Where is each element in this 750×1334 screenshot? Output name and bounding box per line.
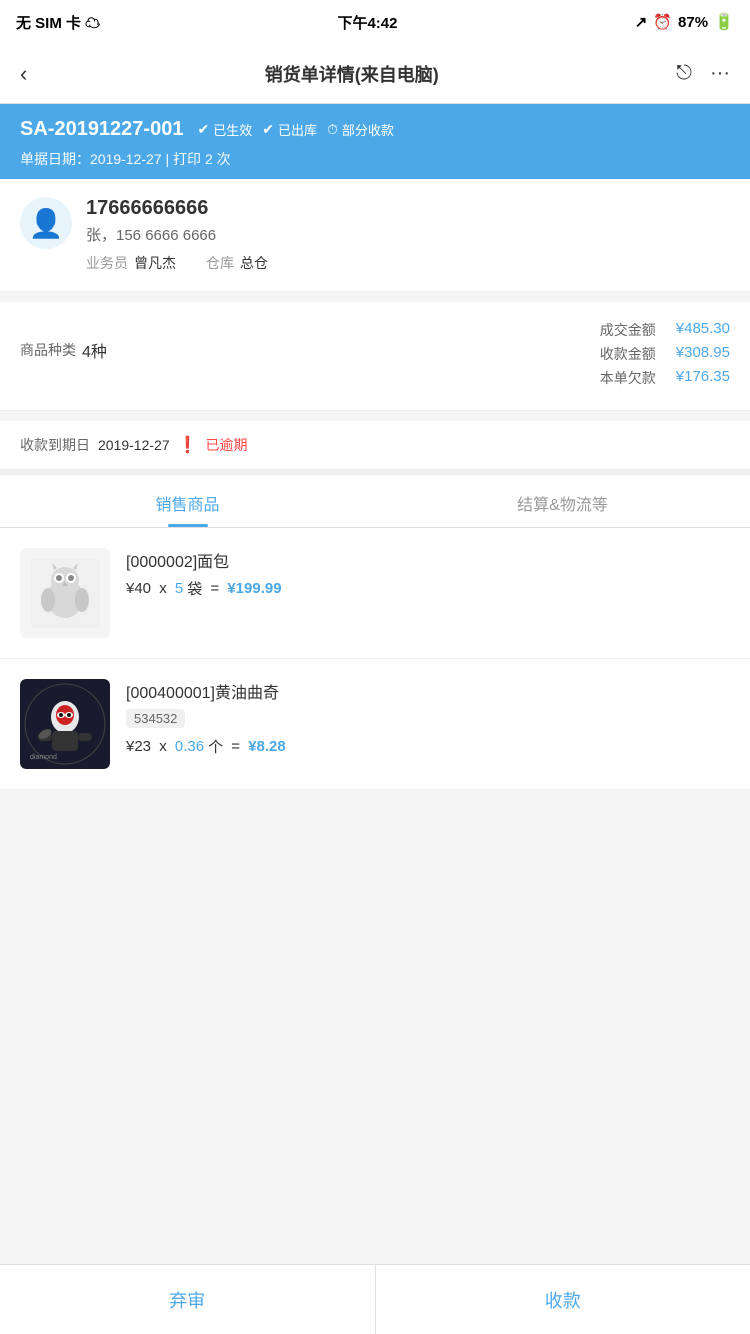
overdue-icon: ❗	[178, 435, 198, 455]
check-icon-1: ✔	[197, 121, 209, 138]
more-icon[interactable]: ···	[710, 62, 730, 85]
customer-phone: 张，156 6666 6666	[86, 224, 730, 245]
due-date: 2019-12-27	[98, 437, 170, 453]
warehouse-item: 仓库 总仓	[206, 253, 268, 273]
customer-section: 👤 17666666666 张，156 6666 6666 业务员 曾凡杰 仓库…	[0, 179, 750, 292]
received-amount-value: ¥308.95	[676, 344, 730, 364]
due-section: 收款到期日 2019-12-27 ❗ 已逾期	[0, 421, 750, 475]
tab-sales-products[interactable]: 销售商品	[0, 475, 375, 527]
customer-name: 17666666666	[86, 197, 730, 220]
person-icon: 👤	[29, 207, 64, 240]
product-item: [0000002]面包 ¥40 x 5 袋 = ¥199.99	[0, 528, 750, 659]
overdue-text: 已逾期	[206, 435, 248, 455]
svg-text:diamond: diamond	[30, 754, 57, 761]
product-total-1: ¥199.99	[227, 580, 281, 597]
kind-label: 商品种类	[20, 340, 76, 360]
badge-effective: ✔ 已生效	[197, 120, 252, 139]
stats-section: 商品种类 4种 成交金额 ¥485.30 收款金额 ¥308.95 本单欠款 ¥…	[0, 302, 750, 411]
salesperson-label: 业务员	[86, 253, 128, 273]
deal-amount-row: 成交金额 ¥485.30	[600, 320, 730, 340]
stats-right: 成交金额 ¥485.30 收款金额 ¥308.95 本单欠款 ¥176.35	[600, 320, 730, 392]
banner-date: 单据日期：2019-12-27 | 打印 2 次	[20, 149, 730, 169]
product-image-1	[20, 548, 110, 638]
sim-status: 无 SIM 卡 ☁	[16, 12, 100, 33]
status-left: 无 SIM 卡 ☁	[16, 12, 100, 33]
salesperson-item: 业务员 曾凡杰	[86, 253, 176, 273]
kind-value: 4种	[82, 338, 107, 362]
stats-left: 商品种类 4种	[20, 320, 107, 362]
product-details-2: [000400001]黄油曲奇 534532 ¥23 x 0.36 个 = ¥8…	[126, 679, 730, 757]
banner-badges: ✔ 已生效 ✔ 已出库 ⏱ 部分收款	[197, 120, 393, 139]
warehouse-label: 仓库	[206, 253, 234, 273]
banner-top: SA-20191227-001 ✔ 已生效 ✔ 已出库 ⏱ 部分收款	[20, 118, 730, 141]
product-details-1: [0000002]面包 ¥40 x 5 袋 = ¥199.99	[126, 548, 730, 599]
back-button[interactable]: ‹	[20, 61, 27, 87]
product-thumbnail-1	[30, 558, 100, 628]
product-list: [0000002]面包 ¥40 x 5 袋 = ¥199.99	[0, 528, 750, 790]
tab-underline	[168, 524, 208, 527]
alarm-icon: ⏰	[653, 13, 672, 31]
product-name-2: [000400001]黄油曲奇	[126, 679, 730, 703]
bottom-bar: 弃审 收款	[0, 1264, 750, 1334]
status-right: ↗ ⏰ 87% 🔋	[635, 12, 734, 32]
status-bar: 无 SIM 卡 ☁ 下午4:42 ↗ ⏰ 87% 🔋	[0, 0, 750, 44]
received-amount-label: 收款金额	[600, 344, 656, 364]
nav-icons: ⎋ ···	[676, 62, 730, 85]
battery-icon: 🔋	[714, 12, 734, 32]
location-icon: ↗	[635, 13, 648, 31]
collect-payment-button[interactable]: 收款	[376, 1265, 750, 1334]
share-icon[interactable]: ⎋	[676, 62, 692, 85]
badge-partial: ⏱ 部分收款	[327, 120, 394, 139]
product-qty-1: 5	[175, 580, 183, 597]
product-qty-2: 0.36	[175, 738, 204, 755]
battery-level: 87%	[678, 14, 708, 31]
owed-amount-label: 本单欠款	[600, 368, 656, 388]
salesperson-value: 曾凡杰	[134, 253, 176, 273]
product-price-row-2: ¥23 x 0.36 个 = ¥8.28	[126, 736, 730, 757]
product-thumbnail-2: diamond	[20, 679, 110, 769]
owed-amount-row: 本单欠款 ¥176.35	[600, 368, 730, 388]
owed-amount-value: ¥176.35	[676, 368, 730, 388]
check-icon-2: ✔	[262, 121, 274, 138]
header-banner: SA-20191227-001 ✔ 已生效 ✔ 已出库 ⏱ 部分收款 单据日期：…	[0, 104, 750, 179]
product-item-2: diamond [000400001]黄油曲奇 534532 ¥23 x 0.3…	[0, 659, 750, 790]
order-id: SA-20191227-001	[20, 118, 183, 141]
cancel-review-button[interactable]: 弃审	[0, 1265, 376, 1334]
nav-bar: ‹ 销货单详情(来自电脑) ⎋ ···	[0, 44, 750, 104]
due-label: 收款到期日	[20, 435, 90, 455]
tabs-bar: 销售商品 结算&物流等	[0, 475, 750, 528]
badge-shipped: ✔ 已出库	[262, 120, 317, 139]
product-name-1: [0000002]面包	[126, 548, 730, 572]
product-price-row-1: ¥40 x 5 袋 = ¥199.99	[126, 578, 730, 599]
deal-amount-value: ¥485.30	[676, 320, 730, 340]
tab-settlement-logistics[interactable]: 结算&物流等	[375, 475, 750, 527]
warehouse-value: 总仓	[240, 253, 268, 273]
deal-amount-label: 成交金额	[600, 320, 656, 340]
clock-icon: ⏱	[327, 121, 338, 138]
product-image-2: diamond	[20, 679, 110, 769]
customer-meta: 业务员 曾凡杰 仓库 总仓	[86, 253, 730, 273]
status-time: 下午4:42	[337, 12, 397, 33]
page-title: 销货单详情(来自电脑)	[265, 61, 439, 87]
product-total-2: ¥8.28	[248, 738, 286, 755]
product-sku-2: 534532	[126, 709, 185, 728]
customer-info: 17666666666 张，156 6666 6666 业务员 曾凡杰 仓库 总…	[86, 197, 730, 273]
received-amount-row: 收款金额 ¥308.95	[600, 344, 730, 364]
customer-avatar: 👤	[20, 197, 72, 249]
